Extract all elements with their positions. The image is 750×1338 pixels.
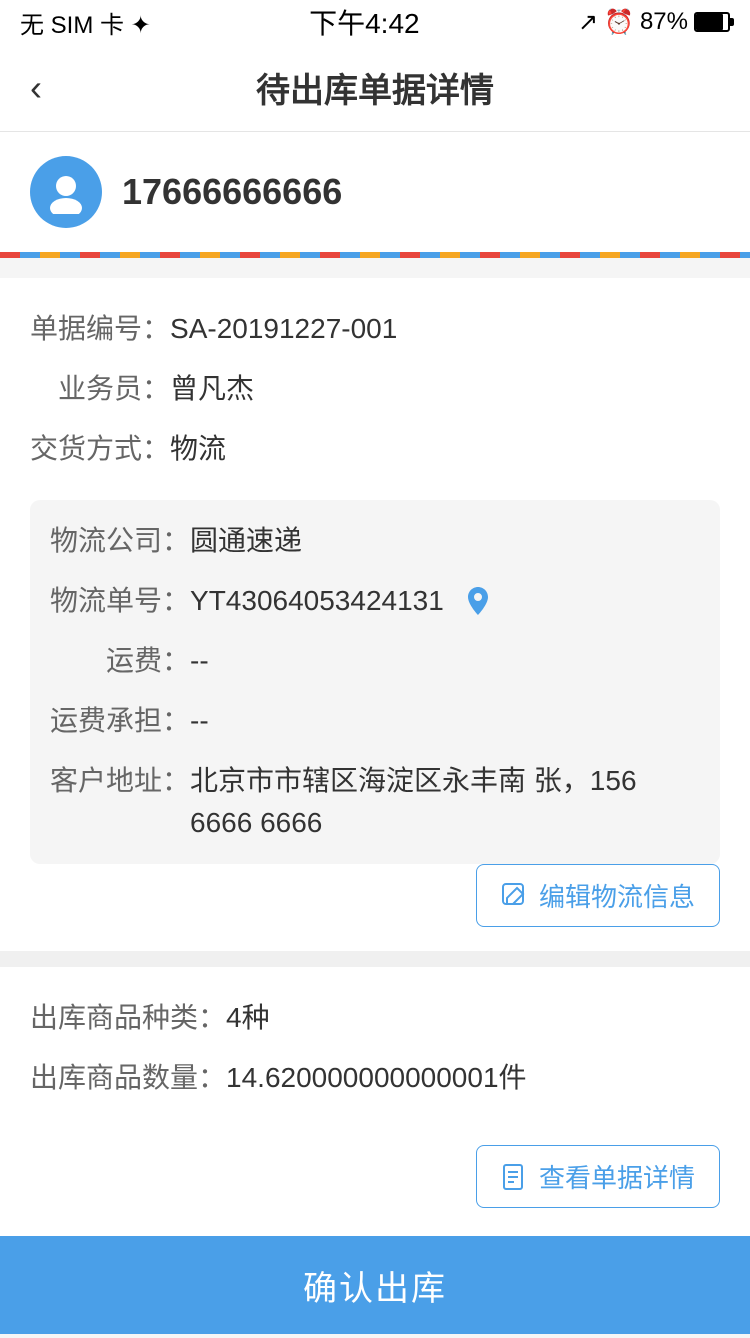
- logistics-inner: 物流公司： 圆通速递 物流单号： YT43064053424131 运费： --: [30, 500, 720, 864]
- address-label: 客户地址：: [50, 760, 190, 802]
- goods-section: 出库商品种类： 4种 出库商品数量： 14.620000000000001件: [0, 967, 750, 1129]
- address-row: 客户地址： 北京市市辖区海淀区永丰南 张，156 6666 6666: [30, 760, 720, 844]
- goods-types-value: 4种: [226, 997, 720, 1039]
- delivery-value: 物流: [170, 428, 720, 470]
- order-info-section: 单据编号： SA-20191227-001 业务员： 曾凡杰 交货方式： 物流: [0, 278, 750, 500]
- logistics-company-label: 物流公司：: [50, 520, 190, 562]
- goods-qty-label: 出库商品数量：: [30, 1057, 226, 1099]
- page-title: 待出库单据详情: [256, 63, 494, 112]
- dashed-divider: [0, 252, 750, 258]
- battery-icon: [694, 12, 730, 32]
- address-value: 北京市市辖区海淀区永丰南 张，156 6666 6666: [190, 760, 700, 844]
- view-detail-button[interactable]: 查看单据详情: [476, 1145, 720, 1208]
- goods-qty-row: 出库商品数量： 14.620000000000001件: [30, 1057, 720, 1099]
- avatar: [30, 156, 102, 228]
- view-detail-button-container: 查看单据详情: [0, 1129, 750, 1238]
- status-left: 无 SIM 卡 ✦: [20, 5, 151, 40]
- salesperson-row: 业务员： 曾凡杰: [30, 368, 720, 410]
- edit-icon: [501, 882, 529, 910]
- customer-phone: 17666666666: [122, 171, 342, 213]
- back-button[interactable]: ‹: [30, 67, 42, 109]
- customer-header: 17666666666: [0, 132, 750, 252]
- confirm-button[interactable]: 确认出库: [0, 1236, 750, 1334]
- freight-label: 运费：: [50, 640, 190, 682]
- logistics-tracking-row: 物流单号： YT43064053424131: [30, 580, 720, 622]
- delivery-row: 交货方式： 物流: [30, 428, 720, 470]
- status-time: 下午4:42: [309, 2, 420, 42]
- logistics-tracking-value: YT43064053424131: [190, 580, 700, 622]
- salesperson-value: 曾凡杰: [170, 368, 720, 410]
- order-number-value: SA-20191227-001: [170, 308, 720, 350]
- freight-bearer-value: --: [190, 700, 700, 742]
- logistics-company-value: 圆通速递: [190, 520, 700, 562]
- battery-text: 87%: [640, 8, 688, 36]
- freight-value: --: [190, 640, 700, 682]
- logistics-tracking-label: 物流单号：: [50, 580, 190, 622]
- map-pin-icon[interactable]: [460, 583, 496, 619]
- order-number-label: 单据编号：: [30, 308, 170, 350]
- user-icon: [44, 170, 88, 214]
- gray-separator-1: [0, 951, 750, 967]
- view-detail-label: 查看单据详情: [539, 1158, 695, 1195]
- document-icon: [501, 1163, 529, 1191]
- goods-types-row: 出库商品种类： 4种: [30, 997, 720, 1039]
- edit-logistics-button-container: 编辑物流信息: [0, 864, 750, 951]
- logistics-section: 物流公司： 圆通速递 物流单号： YT43064053424131 运费： --: [0, 500, 750, 951]
- goods-types-label: 出库商品种类：: [30, 997, 226, 1039]
- freight-bearer-label: 运费承担：: [50, 700, 190, 742]
- alarm-icon: ⏰: [604, 8, 634, 37]
- location-status-icon: ↗: [578, 8, 598, 37]
- delivery-label: 交货方式：: [30, 428, 170, 470]
- goods-qty-value: 14.620000000000001件: [226, 1057, 720, 1099]
- salesperson-label: 业务员：: [30, 368, 170, 410]
- edit-logistics-label: 编辑物流信息: [539, 877, 695, 914]
- freight-bearer-row: 运费承担： --: [30, 700, 720, 742]
- order-number-row: 单据编号： SA-20191227-001: [30, 308, 720, 350]
- nav-bar: ‹ 待出库单据详情: [0, 44, 750, 132]
- no-sim-text: 无 SIM 卡 ✦: [20, 5, 151, 40]
- status-bar: 无 SIM 卡 ✦ 下午4:42 ↗ ⏰ 87%: [0, 0, 750, 44]
- status-right: ↗ ⏰ 87%: [578, 8, 730, 37]
- freight-row: 运费： --: [30, 640, 720, 682]
- bottom-area: 确认出库: [0, 1236, 750, 1334]
- logistics-company-row: 物流公司： 圆通速递: [30, 520, 720, 562]
- edit-logistics-button[interactable]: 编辑物流信息: [476, 864, 720, 927]
